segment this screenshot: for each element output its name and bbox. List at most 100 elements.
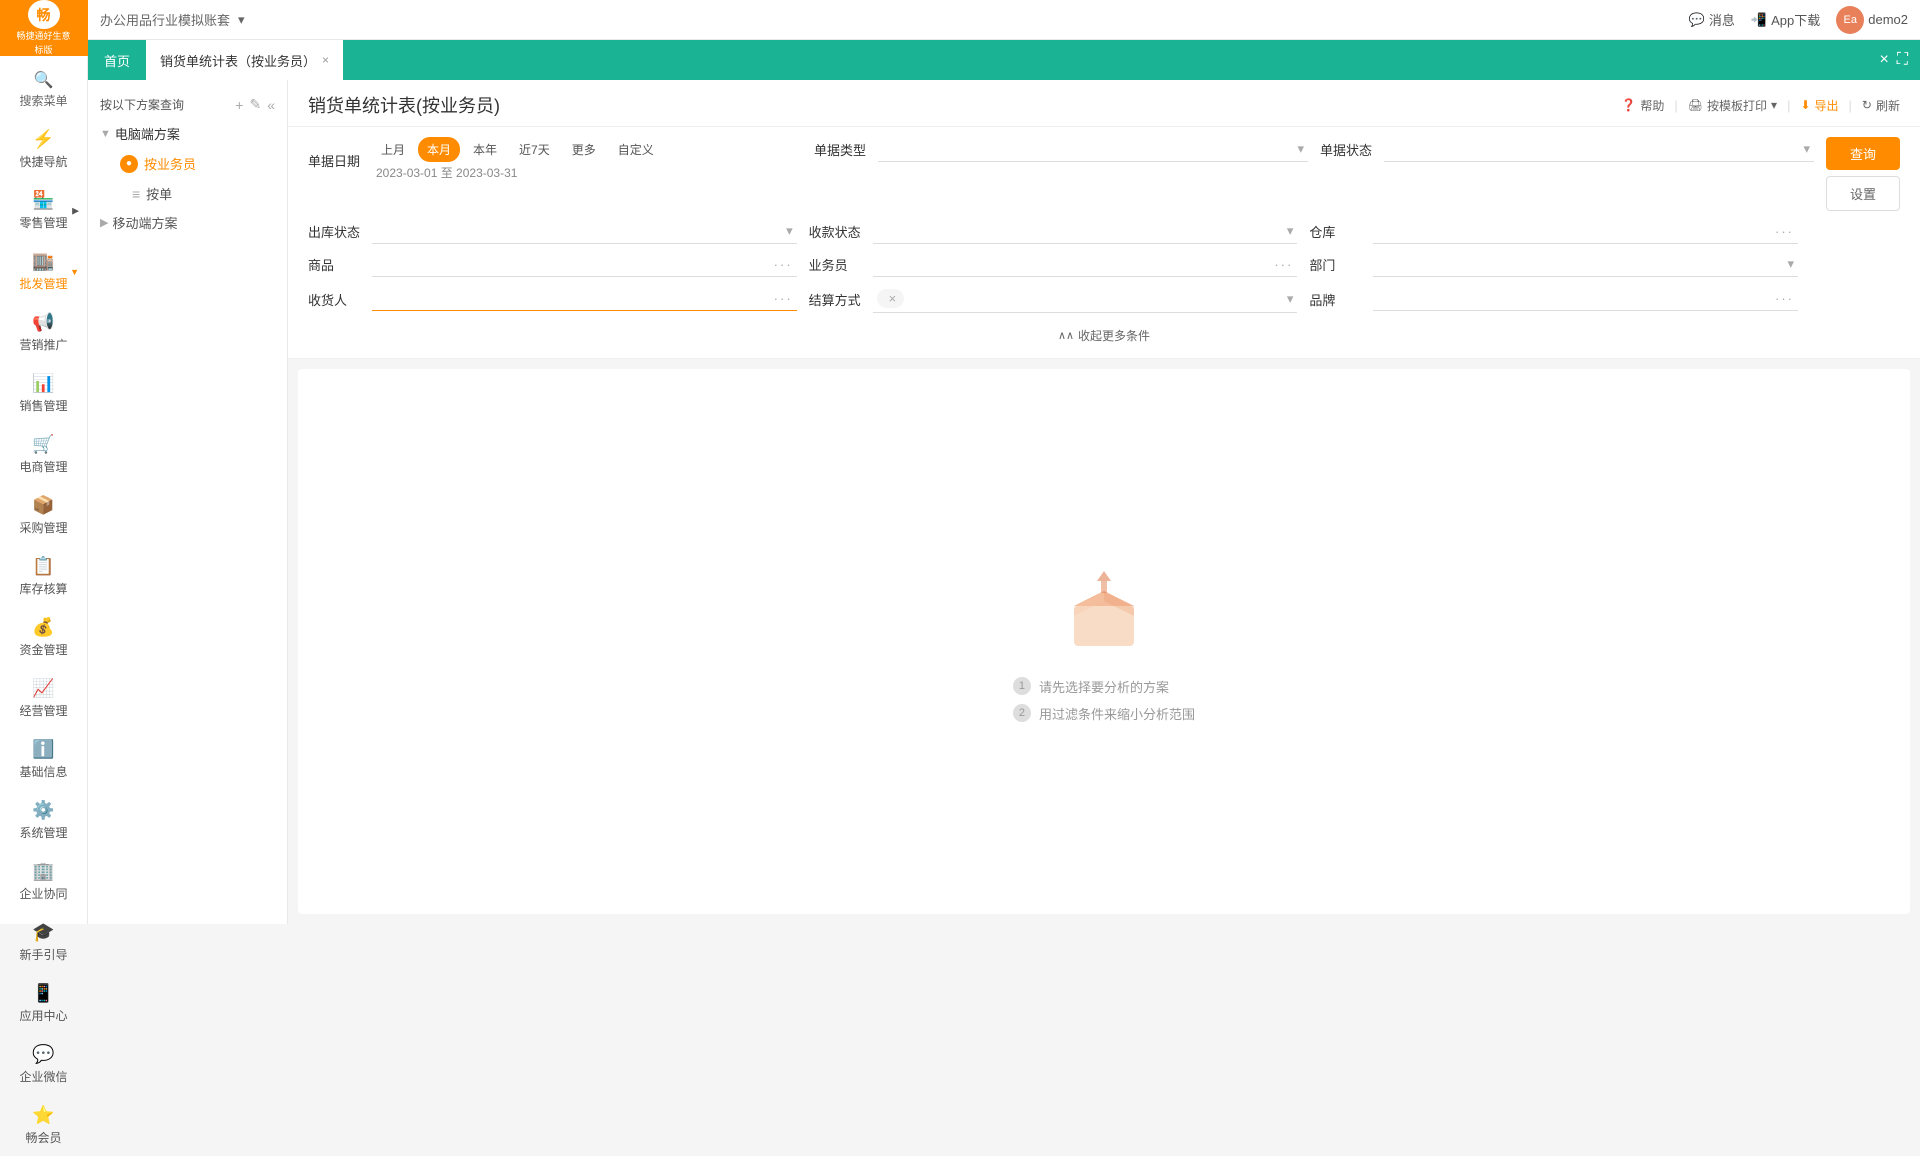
edit-schema-btn[interactable]: ✎ (249, 96, 261, 113)
sidebar-item-marketing[interactable]: 📢 营销推广 (0, 302, 87, 363)
add-schema-btn[interactable]: + (235, 96, 243, 113)
help-label: 帮助 (1640, 97, 1664, 114)
warehouse-label: 仓库 (1309, 222, 1365, 241)
tab-close-icon[interactable]: × (322, 53, 329, 67)
empty-text-item-2: 2 用过滤条件来缩小分析范围 (1013, 704, 1195, 723)
doc-type-field: 单据类型 ▾ (814, 137, 1308, 162)
message-btn[interactable]: 💬 消息 (1689, 10, 1735, 29)
filter-row-2: 出库状态 ▾ 收款状态 ▾ 仓库 (288, 211, 1920, 244)
finance-label: 资金管理 (19, 641, 67, 658)
refresh-btn[interactable]: ↻ 刷新 (1862, 97, 1900, 114)
salesperson-label: 业务员 (809, 255, 865, 274)
tabbar-actions: × ⛶ (1879, 51, 1920, 69)
product-dots: ··· (774, 257, 793, 272)
app-download-label: App下载 (1771, 10, 1820, 29)
date-buttons-row: 上月 本月 本年 近7天 更多 自定义 (372, 137, 802, 162)
workspace-dropdown-icon[interactable]: ▾ (238, 12, 245, 28)
product-select[interactable]: ··· (372, 253, 797, 277)
wechat-label: 企业微信 (19, 1068, 67, 1085)
tab-label: 销货单统计表（按业务员） (160, 51, 316, 70)
brand-dots: ··· (1775, 291, 1794, 306)
sidebar-item-basic-info[interactable]: ℹ️ 基础信息 (0, 729, 87, 790)
sidebar-item-ecommerce[interactable]: 🛒 电商管理 (0, 424, 87, 485)
setting-btn[interactable]: 设置 (1826, 176, 1900, 211)
sidebar-item-enterprise[interactable]: 🏢 企业协同 (0, 851, 87, 912)
empty-line1: 请先选择要分析的方案 (1039, 677, 1169, 696)
basic-info-icon: ℹ️ (32, 739, 54, 760)
schema-sub-item-by-order[interactable]: ≡ 按单 (92, 179, 283, 208)
department-arrow: ▾ (1787, 256, 1794, 272)
department-select[interactable]: ▾ (1373, 252, 1798, 277)
tab-sales-stats[interactable]: 销货单统计表（按业务员） × (146, 40, 343, 80)
print-btn[interactable]: 🖨 按模板打印 ▾ (1688, 97, 1777, 114)
sidebar-item-wechat[interactable]: 💬 企业微信 (0, 1034, 87, 1095)
app-download-btn[interactable]: 📲 App下载 (1751, 10, 1820, 29)
sidebar-item-appcenter[interactable]: 📱 应用中心 (0, 973, 87, 1034)
page-content: 按以下方案查询 + ✎ « ▼ 电脑端方案 ● 按业务员 ≡ 按单 (88, 80, 1920, 924)
enterprise-icon: 🏢 (32, 861, 54, 882)
payment-status-select[interactable]: ▾ (873, 219, 1298, 244)
doc-status-select[interactable]: ▾ (1384, 137, 1814, 162)
content-area: 1 请先选择要分析的方案 2 用过滤条件来缩小分析范围 (298, 369, 1910, 914)
search-area: 🔍 搜索菜单 (0, 56, 87, 119)
sidebar-item-operations[interactable]: 📈 经营管理 (0, 668, 87, 729)
date-last-month-btn[interactable]: 上月 (372, 137, 414, 162)
tab-close-window-btn[interactable]: × (1879, 51, 1888, 69)
sidebar-item-wholesale[interactable]: 🏬 批发管理 ▼ (0, 241, 87, 302)
pc-group-arrow: ▼ (100, 128, 111, 140)
left-panel-header-btns: + ✎ « (235, 96, 275, 113)
export-btn[interactable]: ⬇ 导出 (1800, 97, 1838, 114)
sidebar-item-sales[interactable]: 📊 销售管理 (0, 363, 87, 424)
sidebar-item-member[interactable]: ⭐ 畅会员 (0, 1095, 87, 1156)
date-more-btn[interactable]: 更多 (563, 137, 605, 162)
date-7days-btn[interactable]: 近7天 (510, 137, 559, 162)
divider1: | (1674, 98, 1677, 113)
topbar-left: 办公用品行业模拟账套 ▾ (100, 10, 245, 29)
schema-sub-label: 按单 (146, 184, 172, 203)
sidebar-item-quick-nav[interactable]: ⚡ 快捷导航 (0, 119, 87, 180)
doc-type-select[interactable]: ▾ (878, 137, 1308, 162)
date-this-year-btn[interactable]: 本年 (464, 137, 506, 162)
pc-group-title[interactable]: ▼ 电脑端方案 (92, 119, 283, 148)
tab-expand-btn[interactable]: ⛶ (1897, 51, 1908, 69)
mobile-schema-group[interactable]: ▶ 移动端方案 (92, 208, 283, 237)
warehouse-select[interactable]: ··· (1373, 220, 1798, 244)
query-btn[interactable]: 查询 (1826, 137, 1900, 170)
schema-item-label: 按业务员 (144, 154, 196, 173)
sidebar-item-system[interactable]: ⚙️ 系统管理 (0, 790, 87, 851)
sidebar-item-inventory[interactable]: 📋 库存核算 (0, 546, 87, 607)
help-btn[interactable]: ❓ 帮助 (1621, 97, 1664, 114)
sidebar-item-finance[interactable]: 💰 资金管理 (0, 607, 87, 668)
ecommerce-icon: 🛒 (32, 434, 54, 455)
recipient-input[interactable]: ··· (372, 287, 797, 311)
settlement-tag-remove[interactable]: × (889, 291, 897, 306)
pc-schema-group: ▼ 电脑端方案 ● 按业务员 ≡ 按单 ▶ 移动端方案 (88, 119, 287, 237)
sidebar-item-purchase[interactable]: 📦 采购管理 (0, 485, 87, 546)
collapse-btn[interactable]: ∧∧ 收起更多条件 (1058, 321, 1150, 350)
user-avatar-btn[interactable]: Ea demo2 (1836, 6, 1908, 34)
out-status-arrow: ▾ (786, 223, 793, 239)
date-this-month-btn[interactable]: 本月 (418, 137, 460, 162)
date-custom-btn[interactable]: 自定义 (609, 137, 663, 162)
tab-home[interactable]: 首页 (88, 40, 146, 80)
search-menu-btn[interactable]: 🔍 搜索菜单 (6, 64, 81, 115)
filter-row-4: 收货人 ··· 结算方式 × ▾ (288, 277, 1920, 313)
marketing-label: 营销推广 (19, 336, 67, 353)
date-range-display: 2023-03-01 至 2023-03-31 (372, 162, 802, 183)
filter-row-3: 商品 ··· 业务员 ··· 部门 (288, 244, 1920, 277)
empty-state: 1 请先选择要分析的方案 2 用过滤条件来缩小分析范围 (1013, 561, 1195, 723)
collapse-panel-btn[interactable]: « (267, 96, 275, 113)
brand-select[interactable]: ··· (1373, 287, 1798, 311)
finance-icon: 💰 (32, 617, 54, 638)
schema-item-by-salesperson[interactable]: ● 按业务员 (92, 148, 283, 179)
search-menu-label: 搜索菜单 (19, 92, 67, 109)
wechat-icon: 💬 (32, 1044, 54, 1065)
sidebar-item-retail[interactable]: 🏪 零售管理 ▶ (0, 180, 87, 241)
salesperson-select[interactable]: ··· (873, 253, 1298, 277)
appcenter-icon: 📱 (32, 983, 54, 1004)
settlement-select[interactable]: × ▾ (873, 285, 1298, 313)
sidebar-item-guide[interactable]: 🎓 新手引导 (0, 912, 87, 973)
out-status-select[interactable]: ▾ (372, 219, 797, 244)
schema-sub-icon: ≡ (132, 186, 140, 202)
empty-text: 1 请先选择要分析的方案 2 用过滤条件来缩小分析范围 (1013, 677, 1195, 723)
